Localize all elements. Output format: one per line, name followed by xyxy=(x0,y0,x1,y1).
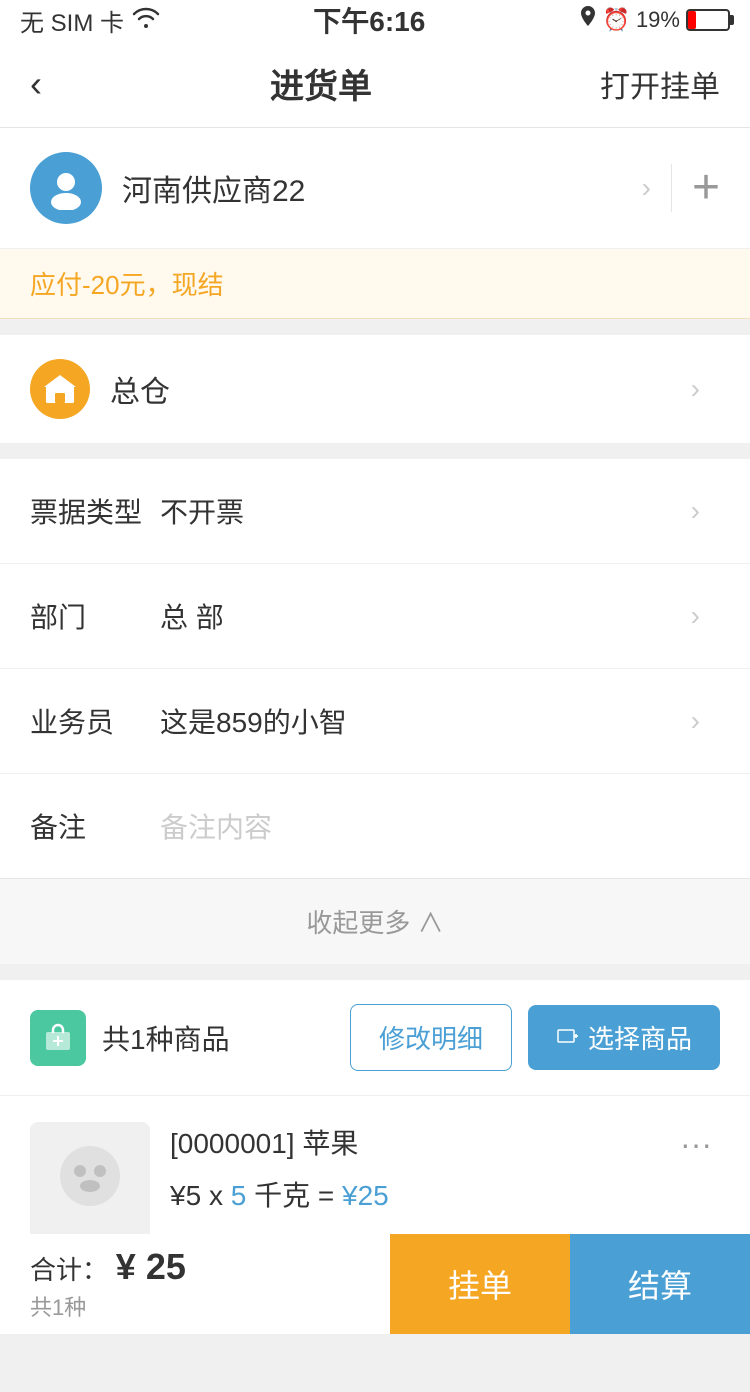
supplier-card: 河南供应商22 › + 应付-20元，现结 xyxy=(0,128,750,319)
battery-icon xyxy=(686,9,730,31)
bottom-bar: 合计： ¥ 25 共1种 挂单 结算 xyxy=(0,1234,750,1334)
back-button[interactable]: ‹ xyxy=(30,63,42,105)
page-title: 进货单 xyxy=(270,59,372,108)
status-time: 下午6:16 xyxy=(313,0,425,40)
supplier-chevron: › xyxy=(642,172,651,204)
product-section: 共1种商品 修改明细 选择商品 xyxy=(0,980,750,1266)
main-content: 河南供应商22 › + 应付-20元，现结 总仓 › 票据类型 不开票 xyxy=(0,128,750,1392)
invoice-label: 票据类型 xyxy=(30,491,150,531)
invoice-chevron: › xyxy=(691,495,700,527)
status-bar: 无 SIM 卡 下午6:16 ⏰ 19% xyxy=(0,0,750,40)
product-count: 共1种商品 xyxy=(102,1018,350,1058)
status-left: 无 SIM 卡 xyxy=(20,3,160,38)
warehouse-row[interactable]: 总仓 › xyxy=(0,335,750,443)
warehouse-icon xyxy=(30,359,90,419)
form-card: 票据类型 不开票 › 部门 总 部 › 业务员 这是859的小智 › 备注 备注… xyxy=(0,459,750,964)
product-thumb-icon xyxy=(50,1136,130,1228)
remark-row[interactable]: 备注 备注内容 xyxy=(0,773,750,878)
product-header: 共1种商品 修改明细 选择商品 xyxy=(0,980,750,1096)
sales-label: 业务员 xyxy=(30,701,150,741)
dept-chevron: › xyxy=(691,600,700,632)
open-hang-button[interactable]: 打开挂单 xyxy=(600,62,720,106)
location-icon xyxy=(579,6,597,34)
total-label: 合计： xyxy=(30,1255,108,1285)
supplier-row[interactable]: 河南供应商22 › + xyxy=(0,128,750,249)
supplier-avatar xyxy=(30,152,102,224)
invoice-row[interactable]: 票据类型 不开票 › xyxy=(0,459,750,563)
alarm-icon: ⏰ xyxy=(603,7,630,33)
wifi-icon xyxy=(132,6,160,35)
dept-label: 部门 xyxy=(30,596,150,636)
nav-bar: ‹ 进货单 打开挂单 xyxy=(0,40,750,128)
remark-input[interactable]: 备注内容 xyxy=(150,806,720,846)
product-thumbnail xyxy=(30,1122,150,1242)
total-count: 共1种 xyxy=(30,1290,360,1322)
product-more-button[interactable]: ··· xyxy=(672,1122,720,1167)
divider xyxy=(671,164,672,212)
total-section: 合计： ¥ 25 共1种 xyxy=(0,1246,390,1322)
carrier-label: 无 SIM 卡 xyxy=(20,3,124,38)
dept-value: 总 部 xyxy=(150,596,691,636)
select-product-button[interactable]: 选择商品 xyxy=(528,1005,720,1070)
add-supplier-button[interactable]: + xyxy=(692,164,720,212)
battery-label: 19% xyxy=(636,7,680,33)
product-name: [0000001] 苹果 xyxy=(170,1122,672,1162)
warning-banner: 应付-20元，现结 xyxy=(0,249,750,319)
warehouse-card[interactable]: 总仓 › xyxy=(0,335,750,443)
warehouse-name: 总仓 xyxy=(110,367,691,411)
total-row: 合计： ¥ 25 xyxy=(30,1246,360,1288)
warehouse-chevron: › xyxy=(691,373,700,405)
sales-row[interactable]: 业务员 这是859的小智 › xyxy=(0,668,750,773)
sales-value: 这是859的小智 xyxy=(150,701,691,741)
product-info: [0000001] 苹果 ¥5 x 5 千克 = ¥25 xyxy=(170,1122,672,1214)
collapse-toggle[interactable]: 收起更多 ∧ xyxy=(0,878,750,964)
checkout-button[interactable]: 结算 xyxy=(570,1234,750,1334)
invoice-value: 不开票 xyxy=(150,491,691,531)
sales-chevron: › xyxy=(691,705,700,737)
status-right: ⏰ 19% xyxy=(579,6,730,34)
hang-button[interactable]: 挂单 xyxy=(390,1234,570,1334)
product-price: ¥5 x 5 千克 = ¥25 xyxy=(170,1174,672,1214)
remark-label: 备注 xyxy=(30,806,150,846)
edit-detail-button[interactable]: 修改明细 xyxy=(350,1004,512,1071)
total-amount: ¥ 25 xyxy=(116,1246,186,1287)
dept-row[interactable]: 部门 总 部 › xyxy=(0,563,750,668)
product-bag-icon xyxy=(30,1010,86,1066)
supplier-name: 河南供应商22 xyxy=(122,166,642,210)
